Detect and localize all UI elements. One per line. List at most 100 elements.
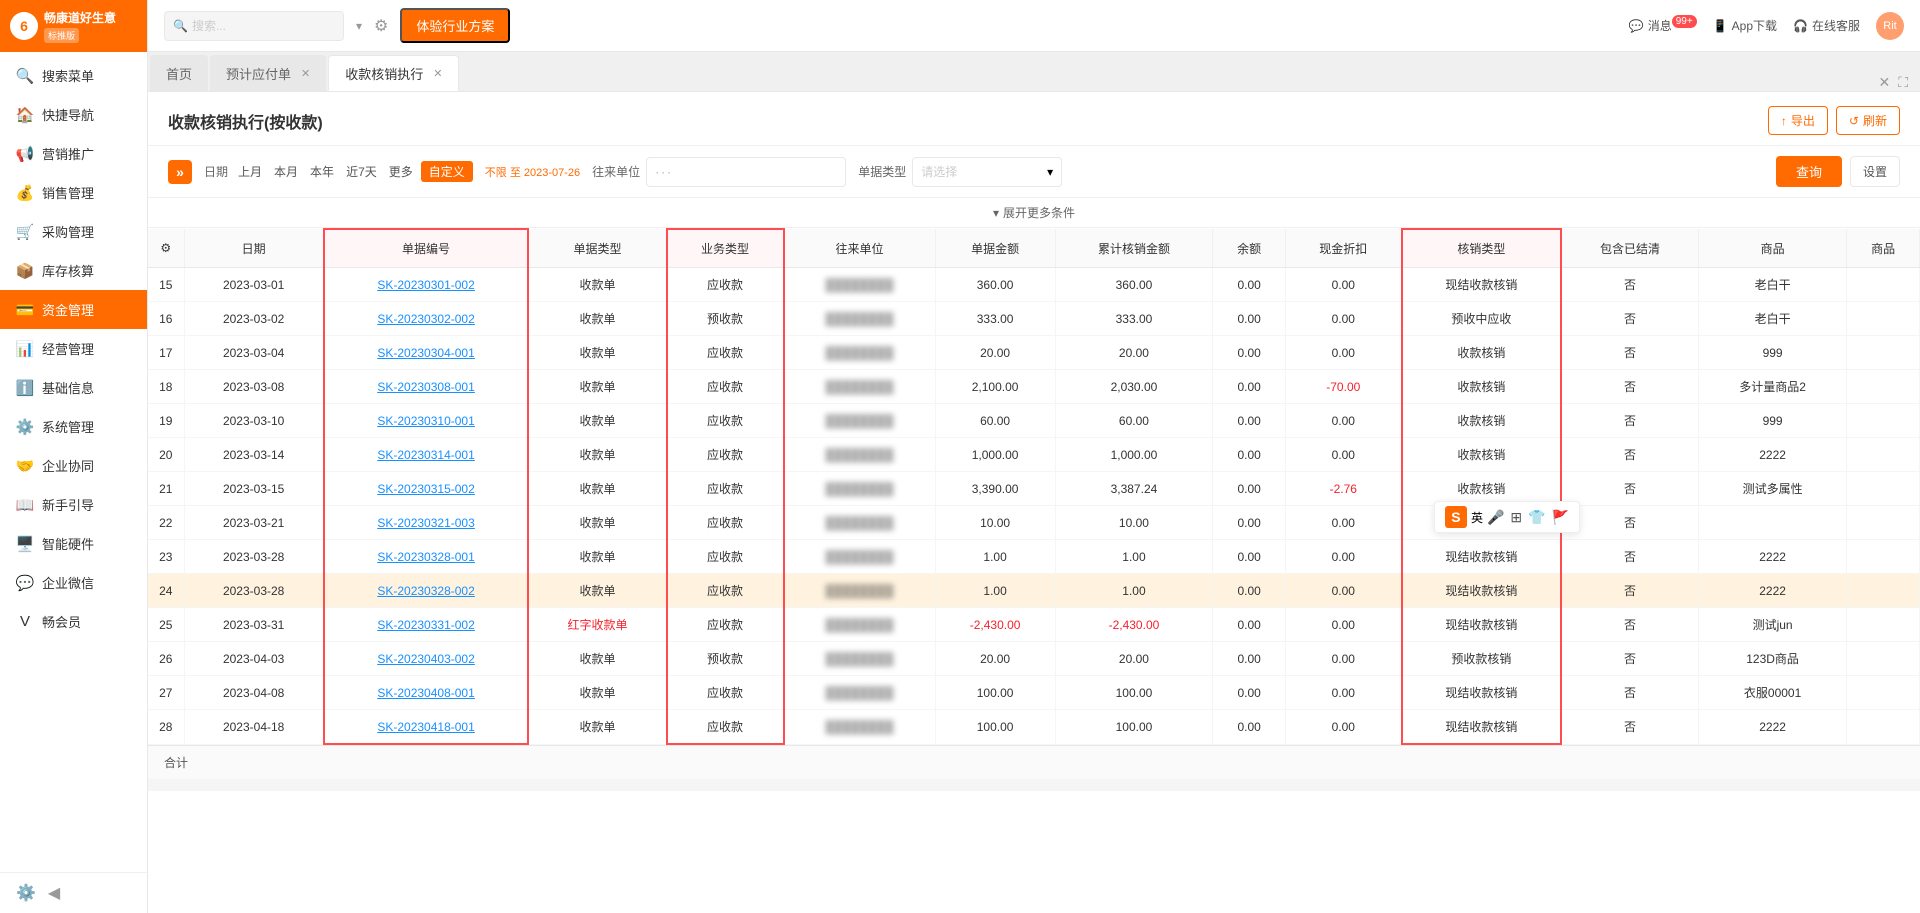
sidebar-item-operation[interactable]: 📊 经营管理 [0,329,147,368]
cell-r7-c2[interactable]: SK-20230321-003 [324,506,529,540]
bill-link-10[interactable]: SK-20230331-002 [377,618,474,632]
bill-link-6[interactable]: SK-20230315-002 [377,482,474,496]
collapse-icon[interactable]: ◀ [48,883,60,903]
expand-more-bar[interactable]: ▾ 展开更多条件 [148,198,1920,228]
refresh-button[interactable]: ↺ 刷新 [1836,106,1900,135]
sidebar-item-basic[interactable]: ℹ️ 基础信息 [0,368,147,407]
cell-r10-c7: -2,430.00 [1055,608,1213,642]
sidebar-item-hardware[interactable]: 🖥️ 智能硬件 [0,524,147,563]
sidebar-item-marketing[interactable]: 📢 营销推广 [0,134,147,173]
user-avatar[interactable]: Rit [1876,12,1904,40]
bill-link-11[interactable]: SK-20230403-002 [377,652,474,666]
bill-link-4[interactable]: SK-20230310-001 [377,414,474,428]
main-area: 🔍 搜索... ▾ ⚙ 体验行业方案 💬 消息 99+ 📱 App下载 🎧 在线… [148,0,1920,913]
tab-home[interactable]: 首页 [150,55,208,91]
cell-r3-c0: 18 [148,370,184,404]
table-row: 232023-03-28SK-20230328-001收款单应收款███████… [148,540,1920,574]
setting-button[interactable]: 设置 [1850,156,1900,187]
support-action[interactable]: 🎧 在线客服 [1793,17,1860,34]
bill-link-7[interactable]: SK-20230321-003 [377,516,474,530]
cell-r3-c2[interactable]: SK-20230308-001 [324,370,529,404]
sidebar-item-wechat[interactable]: 💬 企业微信 [0,563,147,602]
query-button[interactable]: 查询 [1776,156,1842,187]
cell-r7-c4: 应收款 [667,506,784,540]
sidebar-item-purchase[interactable]: 🛒 采购管理 [0,212,147,251]
bill-link-2[interactable]: SK-20230304-001 [377,346,474,360]
bill-link-3[interactable]: SK-20230308-001 [377,380,474,394]
cell-r1-c4: 预收款 [667,302,784,336]
filter-counterpart-input[interactable]: ··· [646,157,846,187]
filter-date-options: 上月 本月 本年 近7天 更多 自定义 [234,161,473,182]
export-button[interactable]: ↑ 导出 [1768,106,1828,135]
cell-r5-c2[interactable]: SK-20230314-001 [324,438,529,472]
filter-custom[interactable]: 自定义 [421,161,473,182]
tab-preorder[interactable]: 预计应付单✕ [210,55,326,91]
cell-r12-c2[interactable]: SK-20230408-001 [324,676,529,710]
cell-r3-c7: 2,030.00 [1055,370,1213,404]
cell-r11-c8: 0.00 [1213,642,1286,676]
cell-r10-c6: -2,430.00 [935,608,1055,642]
sidebar-item-corp[interactable]: 🤝 企业协同 [0,446,147,485]
sidebar-icon-sales: 💰 [16,184,34,202]
filter-more[interactable]: 更多 [385,161,417,182]
messages-action[interactable]: 💬 消息 99+ [1629,17,1697,34]
cell-r4-c8: 0.00 [1213,404,1286,438]
sidebar-item-vip[interactable]: V 畅会员 [0,602,147,641]
bill-link-9[interactable]: SK-20230328-002 [377,584,474,598]
sidebar-item-guide[interactable]: 📖 新手引导 [0,485,147,524]
cell-r0-c0: 15 [148,268,184,302]
filter-vouchertype-select[interactable]: 请选择 ▾ [912,157,1062,187]
bill-link-8[interactable]: SK-20230328-001 [377,550,474,564]
cell-r4-c2[interactable]: SK-20230310-001 [324,404,529,438]
cell-r9-c6: 1.00 [935,574,1055,608]
topbar-search[interactable]: 🔍 搜索... [164,11,344,41]
bill-link-13[interactable]: SK-20230418-001 [377,720,474,734]
cell-r0-c2[interactable]: SK-20230301-002 [324,268,529,302]
horizontal-scrollbar[interactable] [148,779,1920,791]
settings-icon[interactable]: ⚙️ [16,883,36,903]
close-window-icon[interactable]: ✕ [1878,74,1890,91]
bill-link-1[interactable]: SK-20230302-002 [377,312,474,326]
cell-r1-c11: 否 [1561,302,1698,336]
cell-r13-c2[interactable]: SK-20230418-001 [324,710,529,745]
cell-r1-c2[interactable]: SK-20230302-002 [324,302,529,336]
cell-r8-c2[interactable]: SK-20230328-001 [324,540,529,574]
logo-icon: 6 [10,12,38,40]
tabs-controls: ✕ ⛶ [1878,74,1920,91]
filter-this-month[interactable]: 本月 [270,161,302,182]
page-title: 收款核销执行(按收款) [168,109,323,133]
tab-close-preorder[interactable]: ✕ [301,67,310,80]
cell-r9-c2[interactable]: SK-20230328-002 [324,574,529,608]
filter-this-year[interactable]: 本年 [306,161,338,182]
cell-r6-c2[interactable]: SK-20230315-002 [324,472,529,506]
cell-r2-c9: 0.00 [1285,336,1401,370]
cell-r2-c2[interactable]: SK-20230304-001 [324,336,529,370]
solution-button[interactable]: 体验行业方案 [400,8,510,43]
tab-collection[interactable]: 收款核销执行✕ [328,55,459,91]
sidebar-item-sales[interactable]: 💰 销售管理 [0,173,147,212]
sidebar-item-inventory[interactable]: 📦 库存核算 [0,251,147,290]
settings-col-icon[interactable]: ⚙ [160,241,171,255]
topbar-chevron-icon[interactable]: ▾ [356,19,362,33]
sidebar-icon-inventory: 📦 [16,262,34,280]
bill-link-12[interactable]: SK-20230408-001 [377,686,474,700]
sidebar-item-system[interactable]: ⚙️ 系统管理 [0,407,147,446]
cell-r0-c7: 360.00 [1055,268,1213,302]
topbar-gear-icon[interactable]: ⚙ [374,16,388,36]
filter-7days[interactable]: 近7天 [342,161,381,182]
maximize-icon[interactable]: ⛶ [1898,74,1908,91]
cell-r10-c2[interactable]: SK-20230331-002 [324,608,529,642]
cell-r4-c1: 2023-03-10 [184,404,324,438]
filter-last-month[interactable]: 上月 [234,161,266,182]
cell-r11-c2[interactable]: SK-20230403-002 [324,642,529,676]
sidebar-icon-finance: 💳 [16,301,34,319]
bill-link-5[interactable]: SK-20230314-001 [377,448,474,462]
mic-icon: 🎤 [1487,509,1504,526]
sidebar-item-search[interactable]: 🔍 搜索菜单 [0,56,147,95]
tab-close-collection[interactable]: ✕ [433,67,442,80]
sidebar-item-quicknav[interactable]: 🏠 快捷导航 [0,95,147,134]
sidebar-item-finance[interactable]: 💳 资金管理 [0,290,147,329]
bill-link-0[interactable]: SK-20230301-002 [377,278,474,292]
app-download-action[interactable]: 📱 App下载 [1713,17,1777,34]
filter-expand-button[interactable]: » [168,160,192,184]
